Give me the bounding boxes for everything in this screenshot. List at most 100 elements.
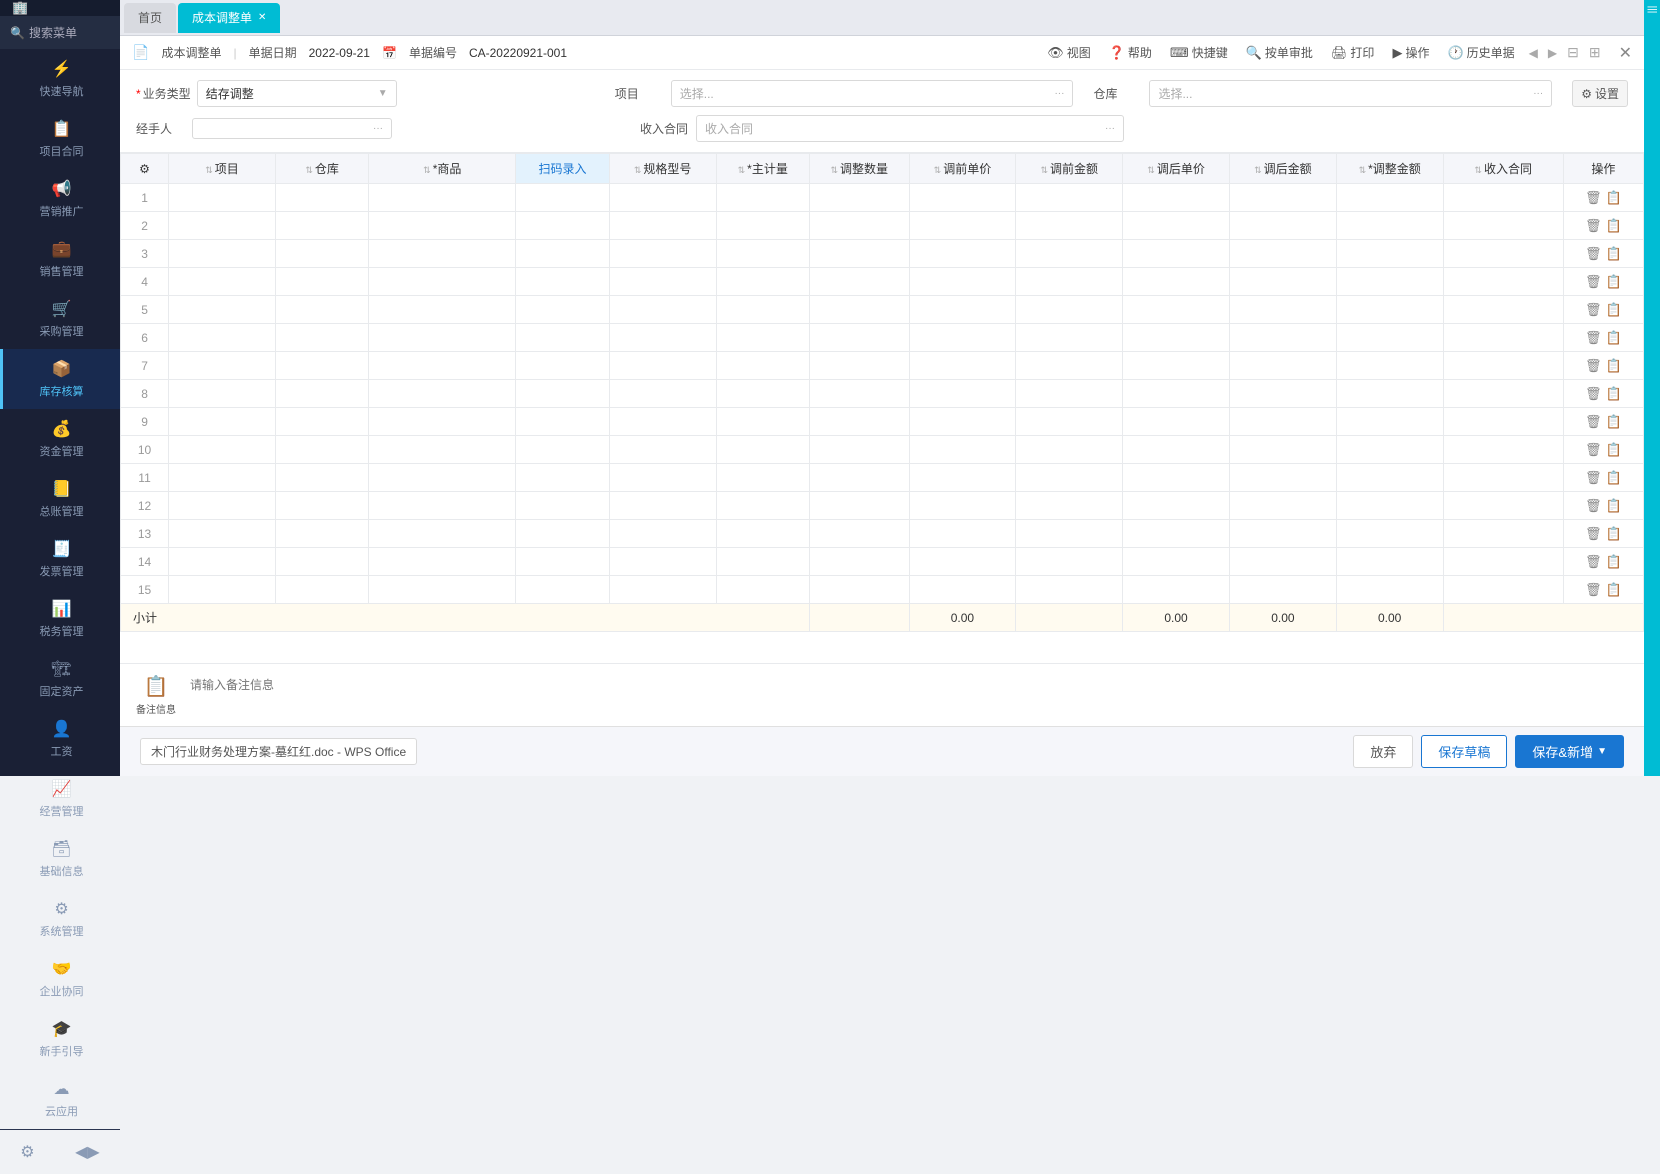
sidebar-item-enterprise[interactable]: 🤝企业协同 xyxy=(0,949,120,1009)
row-8-income[interactable] xyxy=(1443,380,1563,408)
row-3-prev-amt[interactable] xyxy=(1016,240,1123,268)
row-5-income[interactable] xyxy=(1443,296,1563,324)
sidebar-item-ops-mgmt[interactable]: 📈经营管理 xyxy=(0,769,120,829)
notes-icon-btn[interactable]: 📋 备注信息 xyxy=(136,674,176,716)
save-new-button[interactable]: 保存&新增 ▼ xyxy=(1515,735,1624,768)
row-10-copy-icon[interactable]: 📋 xyxy=(1606,442,1622,458)
row-14-copy-icon[interactable]: 📋 xyxy=(1606,554,1622,570)
row-7-delete-icon[interactable]: 🗑 xyxy=(1585,358,1602,374)
row-14-prev-price[interactable] xyxy=(909,548,1016,576)
row-8-adj-amt[interactable] xyxy=(1336,380,1443,408)
sidebar-item-purchase-mgmt[interactable]: 🛒采购管理 xyxy=(0,289,120,349)
row-7-qty[interactable] xyxy=(809,352,909,380)
row-3-new-amt[interactable] xyxy=(1229,240,1336,268)
row-15-prev-amt[interactable] xyxy=(1016,576,1123,604)
row-8-warehouse[interactable] xyxy=(275,380,368,408)
row-9-copy-icon[interactable]: 📋 xyxy=(1606,414,1622,430)
row-13-delete-icon[interactable]: 🗑 xyxy=(1585,526,1602,542)
notes-input[interactable] xyxy=(186,674,1628,696)
row-10-new-price[interactable] xyxy=(1123,436,1230,464)
row-6-new-amt[interactable] xyxy=(1229,324,1336,352)
toolbar-help-btn[interactable]: ❓ 帮助 xyxy=(1105,42,1156,63)
income-contract-input[interactable]: 收入合同 ··· xyxy=(696,115,1124,142)
row-10-product[interactable] xyxy=(369,436,516,464)
row-15-prev-price[interactable] xyxy=(909,576,1016,604)
row-2-new-amt[interactable] xyxy=(1229,212,1336,240)
row-4-prev-price[interactable] xyxy=(909,268,1016,296)
row-14-income[interactable] xyxy=(1443,548,1563,576)
sidebar-search[interactable]: 🔍 搜索菜单 xyxy=(0,16,120,49)
row-12-product[interactable] xyxy=(369,492,516,520)
project-input[interactable]: 选择... ··· xyxy=(671,80,1074,107)
col-adj-amt[interactable]: ⇅*调整金额 xyxy=(1336,154,1443,184)
row-15-product[interactable] xyxy=(369,576,516,604)
row-15-project[interactable] xyxy=(169,576,276,604)
col-new-amt[interactable]: ⇅调后金额 xyxy=(1229,154,1336,184)
handler-input[interactable]: ··· xyxy=(192,118,392,139)
row-13-prev-price[interactable] xyxy=(909,520,1016,548)
row-8-qty[interactable] xyxy=(809,380,909,408)
row-12-adj-amt[interactable] xyxy=(1336,492,1443,520)
row-5-prev-price[interactable] xyxy=(909,296,1016,324)
row-9-project[interactable] xyxy=(169,408,276,436)
row-5-new-price[interactable] xyxy=(1123,296,1230,324)
row-4-prev-amt[interactable] xyxy=(1016,268,1123,296)
toolbar-history-btn[interactable]: 🕐 历史单据 xyxy=(1443,42,1518,63)
row-14-adj-amt[interactable] xyxy=(1336,548,1443,576)
row-10-scan[interactable] xyxy=(516,436,609,464)
toolbar-operations-btn[interactable]: ▶ 操作 xyxy=(1388,42,1433,63)
sidebar-item-tax[interactable]: 📊税务管理 xyxy=(0,589,120,649)
sidebar-item-inventory[interactable]: 📦库存核算 xyxy=(0,349,120,409)
row-1-unit[interactable] xyxy=(716,184,809,212)
row-14-new-amt[interactable] xyxy=(1229,548,1336,576)
nav-prev-icon[interactable]: ◀ xyxy=(1529,46,1538,60)
col-gear[interactable]: ⚙ xyxy=(121,154,169,184)
row-1-warehouse[interactable] xyxy=(275,184,368,212)
row-4-project[interactable] xyxy=(169,268,276,296)
sidebar-item-system[interactable]: ⚙系统管理 xyxy=(0,889,120,949)
col-prev-amt[interactable]: ⇅调前金额 xyxy=(1016,154,1123,184)
collapse-icon[interactable]: ⊞ xyxy=(1589,44,1601,61)
row-6-warehouse[interactable] xyxy=(275,324,368,352)
row-13-copy-icon[interactable]: 📋 xyxy=(1606,526,1622,542)
right-panel[interactable]: ||| xyxy=(1644,0,1660,776)
row-3-scan[interactable] xyxy=(516,240,609,268)
row-2-spec[interactable] xyxy=(609,212,716,240)
row-10-prev-price[interactable] xyxy=(909,436,1016,464)
row-3-qty[interactable] xyxy=(809,240,909,268)
row-1-product[interactable] xyxy=(369,184,516,212)
row-7-unit[interactable] xyxy=(716,352,809,380)
row-11-prev-price[interactable] xyxy=(909,464,1016,492)
row-1-prev-amt[interactable] xyxy=(1016,184,1123,212)
row-8-spec[interactable] xyxy=(609,380,716,408)
row-7-new-price[interactable] xyxy=(1123,352,1230,380)
toolbar-print-btn[interactable]: 🖨 打印 xyxy=(1327,42,1379,63)
row-11-new-price[interactable] xyxy=(1123,464,1230,492)
row-15-adj-amt[interactable] xyxy=(1336,576,1443,604)
row-9-prev-amt[interactable] xyxy=(1016,408,1123,436)
row-14-qty[interactable] xyxy=(809,548,909,576)
row-8-new-amt[interactable] xyxy=(1229,380,1336,408)
row-2-income[interactable] xyxy=(1443,212,1563,240)
tab-cost-adjustment[interactable]: 成本调整单✕ xyxy=(178,3,280,33)
toolbar-review-btn[interactable]: 🔍 按单审批 xyxy=(1242,42,1317,63)
row-13-new-amt[interactable] xyxy=(1229,520,1336,548)
row-11-unit[interactable] xyxy=(716,464,809,492)
sidebar-item-cloud[interactable]: ☁云应用 xyxy=(0,1069,120,1129)
row-12-income[interactable] xyxy=(1443,492,1563,520)
row-7-prev-price[interactable] xyxy=(909,352,1016,380)
row-11-new-amt[interactable] xyxy=(1229,464,1336,492)
row-12-delete-icon[interactable]: 🗑 xyxy=(1585,498,1602,514)
row-14-scan[interactable] xyxy=(516,548,609,576)
row-3-product[interactable] xyxy=(369,240,516,268)
sidebar-item-project-contract[interactable]: 📋项目合同 xyxy=(0,109,120,169)
row-10-qty[interactable] xyxy=(809,436,909,464)
row-13-qty[interactable] xyxy=(809,520,909,548)
row-2-copy-icon[interactable]: 📋 xyxy=(1606,218,1622,234)
row-7-scan[interactable] xyxy=(516,352,609,380)
settings-gear-icon[interactable]: ⚙ xyxy=(16,1138,38,1166)
row-9-adj-amt[interactable] xyxy=(1336,408,1443,436)
row-5-project[interactable] xyxy=(169,296,276,324)
row-1-qty[interactable] xyxy=(809,184,909,212)
row-5-warehouse[interactable] xyxy=(275,296,368,324)
